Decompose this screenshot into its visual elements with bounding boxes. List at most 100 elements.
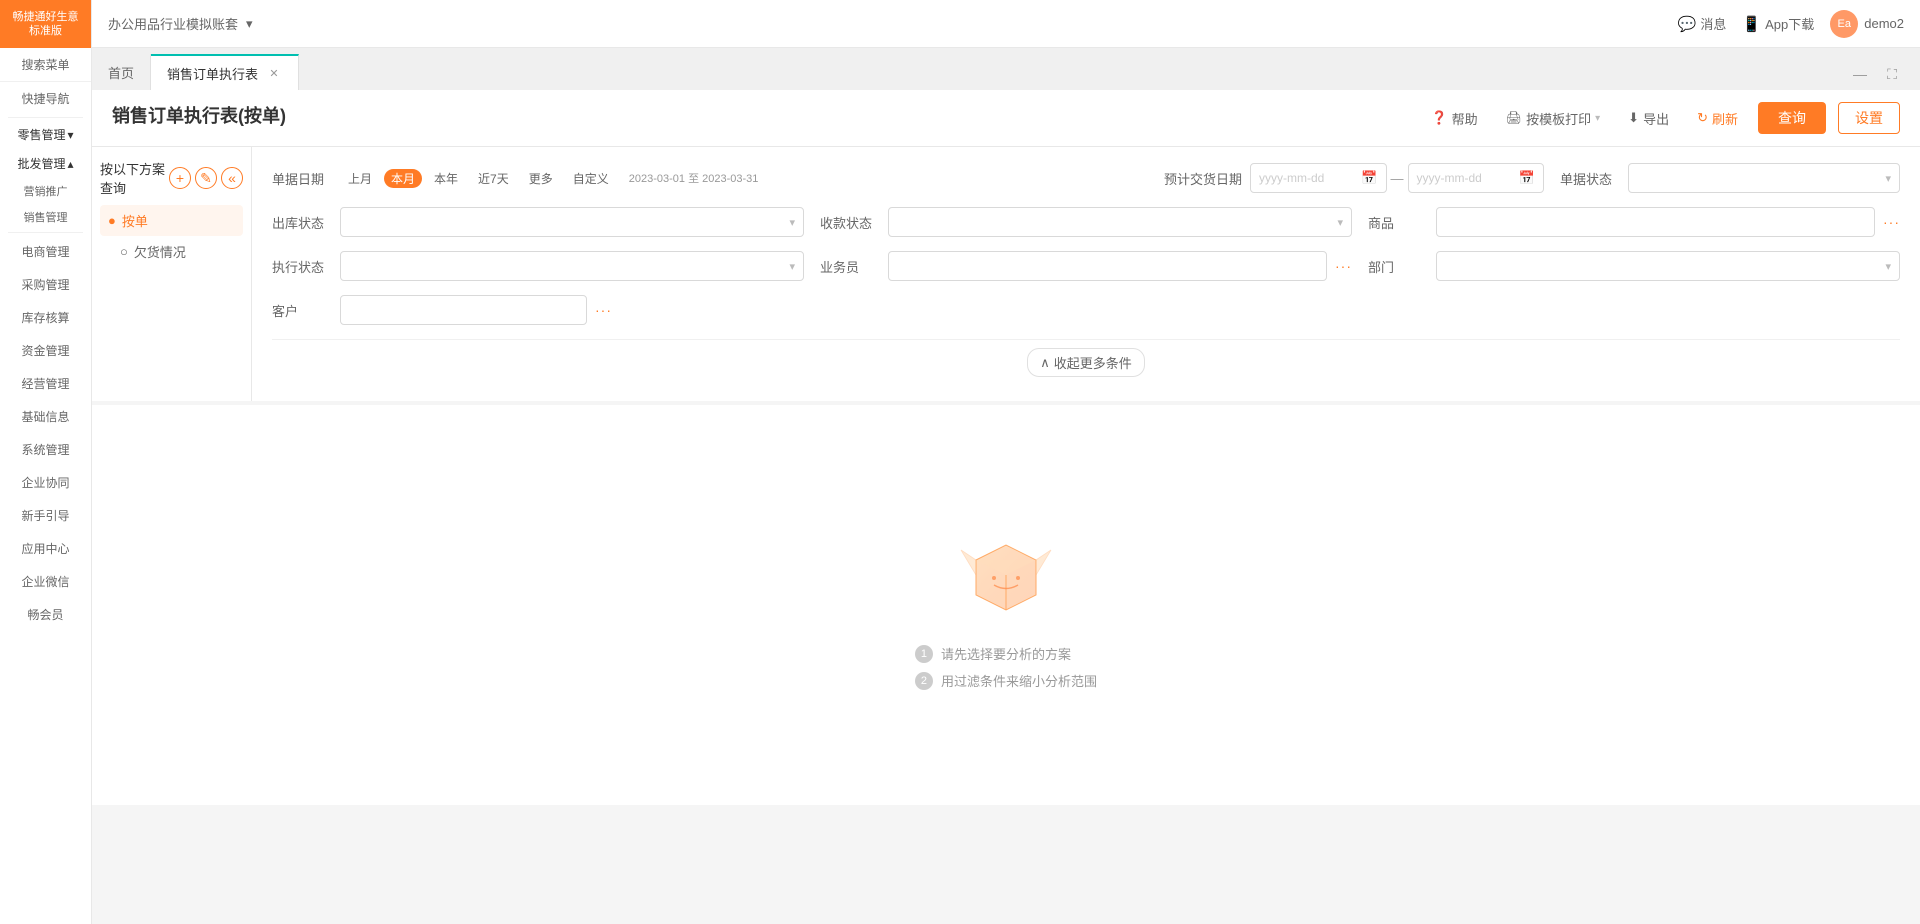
user-profile[interactable]: Ea demo2 bbox=[1830, 10, 1904, 38]
sidebar-item-sales[interactable]: 销售管理 bbox=[0, 204, 91, 230]
date-tab-7days[interactable]: 近7天 bbox=[470, 168, 517, 189]
refresh-btn[interactable]: ↻ 刷新 bbox=[1689, 105, 1746, 132]
receipt-status-label: 收款状态 bbox=[820, 213, 880, 232]
tab-maximize-btn[interactable]: ⛶ bbox=[1880, 62, 1904, 86]
sidebar-item-apps[interactable]: 应用中心 bbox=[0, 532, 91, 565]
receipt-status-arrow: ▾ bbox=[1337, 216, 1343, 229]
logo: 畅捷通好生意 标准版 bbox=[0, 0, 91, 48]
collapse-filter-btn[interactable]: « bbox=[221, 167, 243, 189]
quick-nav-label: 快捷导航 bbox=[21, 90, 69, 107]
date-range-text: 2023-03-01 至 2023-03-31 bbox=[629, 170, 759, 186]
out-status-select[interactable]: ▾ bbox=[340, 207, 804, 237]
field-goods: 商品 ··· bbox=[1368, 207, 1900, 237]
goods-more-icon[interactable]: ··· bbox=[1883, 214, 1900, 230]
expected-date-label: 预计交货日期 bbox=[1164, 169, 1242, 188]
sidebar-item-marketing[interactable]: 营销推广 bbox=[0, 178, 91, 204]
field-exec-status: 执行状态 ▾ bbox=[272, 251, 804, 281]
breadcrumb-area: 办公用品行业模拟账套 ▾ bbox=[108, 14, 253, 33]
date-tab-custom[interactable]: 自定义 bbox=[565, 168, 617, 189]
department-label: 部门 bbox=[1368, 257, 1428, 276]
filter-sidebar-actions: + ✎ « bbox=[169, 167, 243, 189]
filter-item-arrears[interactable]: ○ 欠货情况 bbox=[100, 236, 243, 267]
salesman-input[interactable] bbox=[888, 251, 1327, 281]
print-arrow-icon: ▾ bbox=[1595, 113, 1600, 124]
field-receipt-status: 收款状态 ▾ bbox=[820, 207, 1352, 237]
date-tabs: 上月 本月 本年 近7天 更多 自定义 2023-03-01 至 2023-03… bbox=[340, 168, 1148, 189]
logo-text: 畅捷通好生意 标准版 bbox=[13, 10, 79, 39]
mobile-icon: 📱 bbox=[1742, 15, 1761, 33]
empty-tip-2: 2 用过滤条件来缩小分析范围 bbox=[915, 671, 1097, 690]
calendar-from-icon: 📅 bbox=[1361, 170, 1377, 186]
sidebar-item-system[interactable]: 系统管理 bbox=[0, 433, 91, 466]
date-tab-more[interactable]: 更多 bbox=[521, 168, 561, 189]
expected-date-range: yyyy-mm-dd 📅 — yyyy-mm-dd 📅 bbox=[1250, 163, 1544, 193]
app-download-btn[interactable]: 📱 App下载 bbox=[1742, 14, 1814, 33]
sidebar-item-retail[interactable]: 零售管理 ▾ bbox=[0, 120, 91, 149]
print-btn[interactable]: 🖨 按模板打印 ▾ bbox=[1498, 105, 1609, 132]
sidebar-item-finance[interactable]: 资金管理 bbox=[0, 334, 91, 367]
filter-area: 按以下方案查询 + ✎ « ● 按单 ○ 欠货情况 bbox=[92, 147, 1920, 401]
tip-num-1: 1 bbox=[915, 645, 933, 663]
out-status-label: 出库状态 bbox=[272, 213, 332, 232]
help-btn[interactable]: ❓ 帮助 bbox=[1423, 105, 1485, 132]
filter-sidebar: 按以下方案查询 + ✎ « ● 按单 ○ 欠货情况 bbox=[92, 147, 252, 401]
field-single-date: 单据日期 上月 本月 本年 近7天 更多 自定义 2023-03-01 至 20… bbox=[272, 168, 1148, 189]
field-salesman: 业务员 ··· bbox=[820, 251, 1352, 281]
expected-date-from-placeholder: yyyy-mm-dd bbox=[1259, 171, 1324, 185]
filter-item-by-order[interactable]: ● 按单 bbox=[100, 205, 243, 236]
sidebar-item-wholesale[interactable]: 批发管理 ▴ bbox=[0, 149, 91, 178]
divider-1 bbox=[8, 117, 83, 118]
settings-button[interactable]: 设置 bbox=[1838, 102, 1900, 134]
breadcrumb-arrow-icon[interactable]: ▾ bbox=[246, 16, 253, 32]
home-tab-label: 首页 bbox=[108, 63, 134, 82]
sidebar-item-basic[interactable]: 基础信息 bbox=[0, 400, 91, 433]
query-button[interactable]: 查询 bbox=[1758, 102, 1826, 134]
empty-illustration bbox=[956, 520, 1056, 620]
add-filter-btn[interactable]: + bbox=[169, 167, 191, 189]
sidebar-item-member[interactable]: 畅会员 bbox=[0, 598, 91, 631]
sidebar-item-operation[interactable]: 经营管理 bbox=[0, 367, 91, 400]
edit-filter-btn[interactable]: ✎ bbox=[195, 167, 217, 189]
customer-more-icon[interactable]: ··· bbox=[595, 302, 612, 318]
breadcrumb: 办公用品行业模拟账套 bbox=[108, 14, 238, 33]
department-select[interactable]: ▾ bbox=[1436, 251, 1900, 281]
sidebar-search[interactable]: 搜索菜单 bbox=[0, 48, 91, 82]
chevron-down-icon: ▾ bbox=[67, 128, 73, 142]
header-right: 💬 消息 📱 App下载 Ea demo2 bbox=[1678, 10, 1904, 38]
receipt-status-select[interactable]: ▾ bbox=[888, 207, 1352, 237]
customer-input[interactable] bbox=[340, 295, 587, 325]
sidebar-item-purchase[interactable]: 采购管理 bbox=[0, 268, 91, 301]
message-icon: 💬 bbox=[1678, 15, 1697, 33]
filter-row-3: 执行状态 ▾ 业务员 ··· 部门 bbox=[272, 251, 1900, 281]
sidebar-item-ecommerce[interactable]: 电商管理 bbox=[0, 235, 91, 268]
tab-sales-order[interactable]: 销售订单执行表 ✕ bbox=[151, 54, 299, 90]
expected-date-to-placeholder: yyyy-mm-dd bbox=[1417, 171, 1482, 185]
doc-status-select[interactable]: ▾ bbox=[1628, 163, 1900, 193]
export-icon: ⬇ bbox=[1628, 110, 1639, 126]
goods-input[interactable] bbox=[1436, 207, 1875, 237]
sidebar-item-enterprise[interactable]: 企业协同 bbox=[0, 466, 91, 499]
tab-close-icon[interactable]: ✕ bbox=[266, 65, 282, 81]
date-tab-last-month[interactable]: 上月 bbox=[340, 168, 380, 189]
sidebar-item-guide[interactable]: 新手引导 bbox=[0, 499, 91, 532]
tab-minimize-btn[interactable]: — bbox=[1848, 62, 1872, 86]
collapse-button[interactable]: ∧ 收起更多条件 bbox=[1027, 348, 1145, 377]
salesman-more-icon[interactable]: ··· bbox=[1335, 258, 1352, 274]
avatar: Ea bbox=[1830, 10, 1858, 38]
sidebar-item-quick-nav[interactable]: 快捷导航 bbox=[0, 82, 91, 115]
field-expected-date: 预计交货日期 yyyy-mm-dd 📅 — yyyy-mm-dd 📅 bbox=[1164, 163, 1544, 193]
sidebar-item-inventory[interactable]: 库存核算 bbox=[0, 301, 91, 334]
tab-home[interactable]: 首页 bbox=[92, 54, 151, 90]
message-btn[interactable]: 💬 消息 bbox=[1678, 14, 1727, 33]
export-btn[interactable]: ⬇ 导出 bbox=[1620, 105, 1677, 132]
date-tab-this-year[interactable]: 本年 bbox=[426, 168, 466, 189]
empty-tips: 1 请先选择要分析的方案 2 用过滤条件来缩小分析范围 bbox=[915, 644, 1097, 690]
field-department: 部门 ▾ bbox=[1368, 251, 1900, 281]
expected-date-to[interactable]: yyyy-mm-dd 📅 bbox=[1408, 163, 1545, 193]
expected-date-from[interactable]: yyyy-mm-dd 📅 bbox=[1250, 163, 1387, 193]
sidebar-item-wechat[interactable]: 企业微信 bbox=[0, 565, 91, 598]
date-tab-this-month[interactable]: 本月 bbox=[384, 169, 422, 188]
sidebar: 畅捷通好生意 标准版 搜索菜单 快捷导航 零售管理 ▾ 批发管理 ▴ 营销推广 … bbox=[0, 0, 92, 924]
username: demo2 bbox=[1864, 16, 1904, 31]
exec-status-select[interactable]: ▾ bbox=[340, 251, 804, 281]
